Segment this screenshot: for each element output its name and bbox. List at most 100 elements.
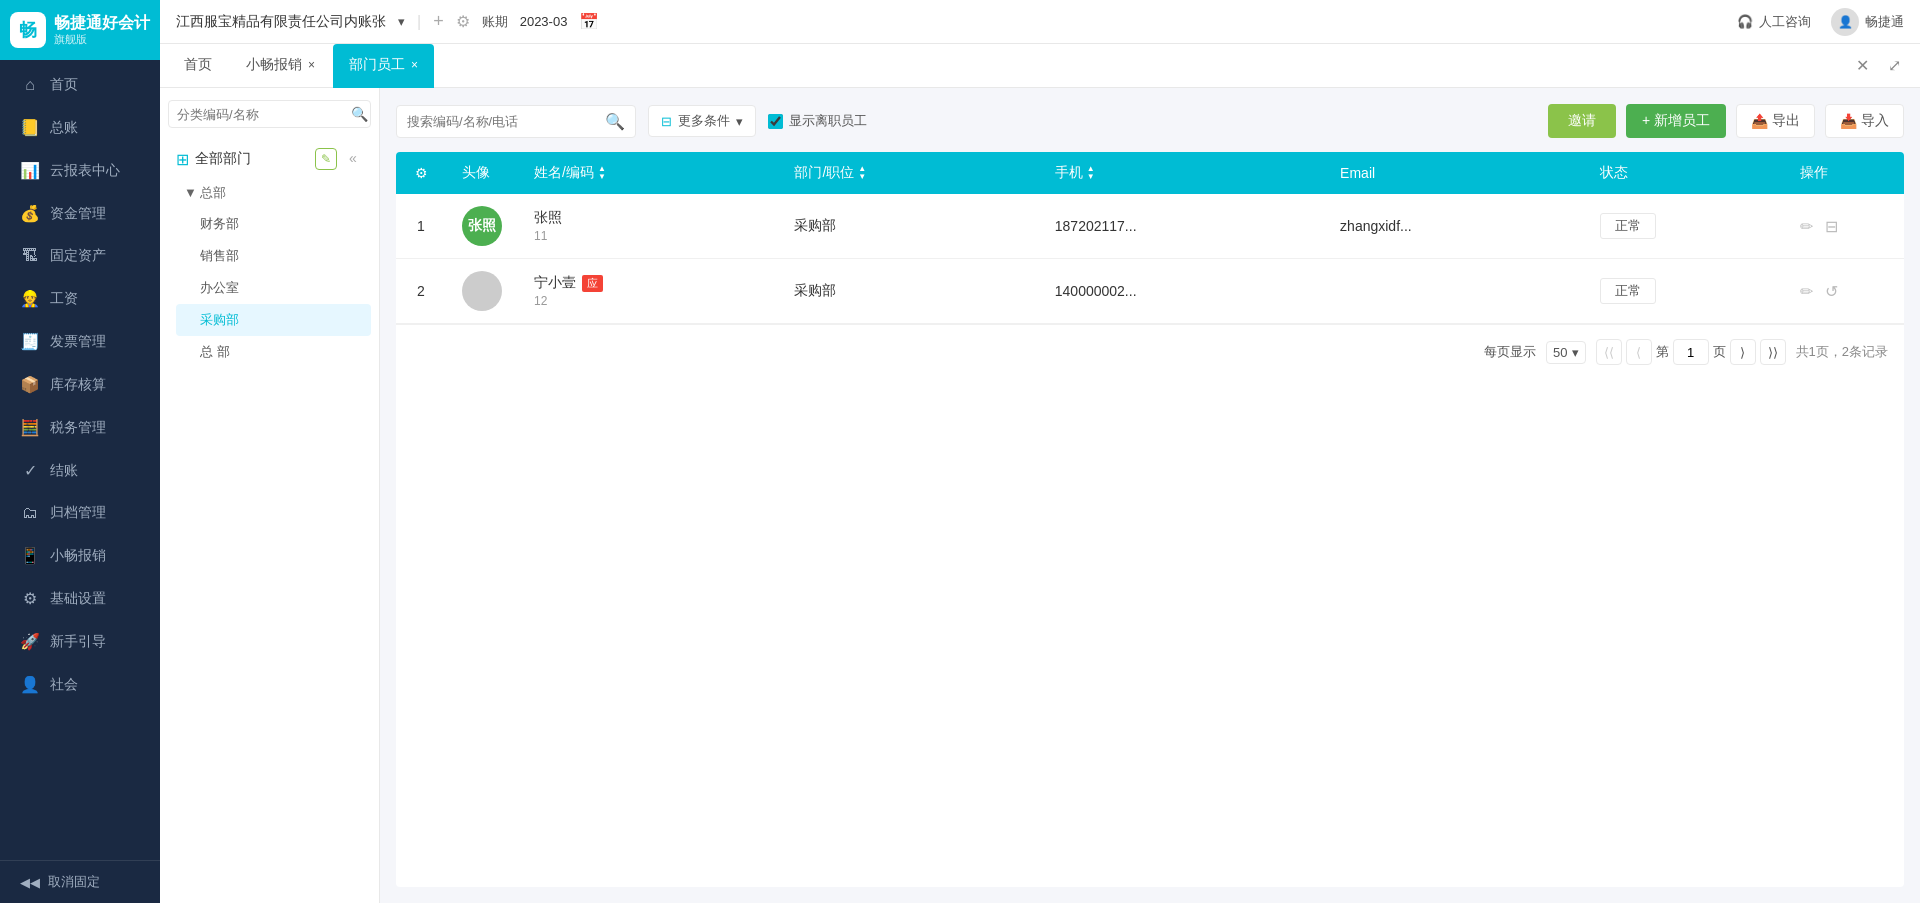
page-label: 第 [1656, 343, 1669, 361]
toolbar-right: 邀请 + 新增员工 📤 导出 📥 导入 [1548, 104, 1904, 138]
th-name-code[interactable]: 姓名/编码 ▲▼ [518, 152, 778, 194]
sidebar-item-tax[interactable]: 🧮 税务管理 [0, 406, 160, 449]
chevron-down-icon: ▾ [1572, 345, 1579, 360]
sidebar-item-social[interactable]: 👤 社会 [0, 663, 160, 706]
tab-expense[interactable]: 小畅报销 × [230, 44, 331, 88]
employee-table-container: ⚙ 头像 姓名/编码 ▲▼ 部门/职位 [396, 152, 1904, 887]
sidebar-item-ledger[interactable]: 📒 总账 [0, 106, 160, 149]
all-dept-header[interactable]: ⊞ 全部部门 ✎ « [168, 140, 371, 178]
import-button[interactable]: 📥 导入 [1825, 104, 1904, 138]
tabs-right: ✕ ⤢ [1848, 52, 1920, 80]
sidebar-item-guide[interactable]: 🚀 新手引导 [0, 620, 160, 663]
calendar-icon[interactable]: 📅 [579, 12, 599, 31]
settlement-icon: ✓ [20, 461, 40, 480]
sidebar-label-social: 社会 [50, 676, 78, 694]
dept-item-general[interactable]: 总 部 [176, 336, 371, 368]
th-settings[interactable]: ⚙ [396, 152, 446, 194]
employee-table: ⚙ 头像 姓名/编码 ▲▼ 部门/职位 [396, 152, 1904, 324]
edit-icon-1[interactable]: ✏ [1800, 217, 1813, 236]
sidebar-item-settlement[interactable]: ✓ 结账 [0, 449, 160, 492]
tab-dept[interactable]: 部门员工 × [333, 44, 434, 88]
row2-name: 宁小壹 应 12 [518, 259, 778, 324]
period-value: 2023-03 [520, 14, 568, 29]
show-resigned-checkbox-label[interactable]: 显示离职员工 [768, 112, 867, 130]
tab-expense-label: 小畅报销 [246, 56, 302, 74]
tab-home[interactable]: 首页 [168, 44, 228, 88]
emp-name-2: 宁小壹 [534, 274, 576, 292]
guide-icon: 🚀 [20, 632, 40, 651]
row2-dept: 采购部 [778, 259, 1038, 324]
refresh-icon-2[interactable]: ↺ [1825, 282, 1838, 301]
emp-code-2: 12 [534, 294, 762, 308]
sidebar-item-assets[interactable]: 🏗 固定资产 [0, 235, 160, 277]
invite-button[interactable]: 邀请 [1548, 104, 1616, 138]
dept-tree: ▼ 总部 财务部 销售部 办公室 采购部 总 部 [168, 178, 371, 370]
tab-expense-close[interactable]: × [308, 58, 315, 72]
first-page-button[interactable]: ⟨⟨ [1596, 339, 1622, 365]
sidebar-item-settings[interactable]: ⚙ 基础设置 [0, 577, 160, 620]
row1-avatar: 张照 [446, 194, 518, 259]
collapse-button[interactable]: « [343, 148, 363, 168]
sidebar-item-inventory[interactable]: 📦 库存核算 [0, 363, 160, 406]
logo-area: 畅 畅捷通好会计 旗舰版 [0, 0, 160, 60]
dept-item-finance[interactable]: 财务部 [176, 208, 371, 240]
sidebar-nav: ⌂ 首页 📒 总账 📊 云报表中心 💰 资金管理 🏗 固定资产 👷 工资 🧾 发… [0, 60, 160, 860]
th-email: Email [1324, 152, 1584, 194]
service-button[interactable]: 🎧 人工咨询 [1737, 13, 1811, 31]
dept-search-icon[interactable]: 🔍 [351, 106, 368, 122]
period-label: 账期 [482, 13, 508, 31]
th-phone[interactable]: 手机 ▲▼ [1039, 152, 1324, 194]
dept-item-purchase[interactable]: 采购部 [176, 304, 371, 336]
unpin-button[interactable]: ◀◀ 取消固定 [0, 860, 160, 903]
tab-dept-close[interactable]: × [411, 58, 418, 72]
sidebar-item-home[interactable]: ⌂ 首页 [0, 64, 160, 106]
status-badge-2: 正常 [1600, 278, 1656, 304]
logout-icon-1[interactable]: ⊟ [1825, 217, 1838, 236]
employee-search-box[interactable]: 🔍 [396, 105, 636, 138]
dept-item-sales[interactable]: 销售部 [176, 240, 371, 272]
close-tab-button[interactable]: ✕ [1848, 52, 1876, 80]
export-icon: 📤 [1751, 113, 1768, 129]
sidebar-item-invoice[interactable]: 🧾 发票管理 [0, 320, 160, 363]
sidebar-item-payroll[interactable]: 👷 工资 [0, 277, 160, 320]
sidebar-item-finance[interactable]: 💰 资金管理 [0, 192, 160, 235]
page-input[interactable] [1673, 339, 1709, 365]
right-content: 🔍 ⊟ 更多条件 ▾ 显示离职员工 邀请 + 新增员工 📤 导出 [380, 88, 1920, 903]
dept-edit-button[interactable]: ✎ [315, 148, 337, 170]
avatar-zhang: 张照 [462, 206, 502, 246]
next-page-button[interactable]: ⟩ [1730, 339, 1756, 365]
show-resigned-checkbox[interactable] [768, 114, 783, 129]
sidebar-label-ledger: 总账 [50, 119, 78, 137]
prev-page-button[interactable]: ⟨ [1626, 339, 1652, 365]
user-info[interactable]: 👤 畅捷通 [1831, 8, 1904, 36]
settings-button[interactable]: ⚙ [456, 12, 470, 31]
per-page-select[interactable]: 50 ▾ [1546, 341, 1585, 364]
sidebar-item-archive[interactable]: 🗂 归档管理 [0, 492, 160, 534]
dept-actions: ✎ « [315, 148, 363, 170]
edit-icon-2[interactable]: ✏ [1800, 282, 1813, 301]
company-dropdown[interactable]: ▾ [398, 14, 405, 29]
sidebar-item-expense[interactable]: 📱 小畅报销 [0, 534, 160, 577]
employee-search-input[interactable] [407, 114, 597, 129]
sidebar-label-home: 首页 [50, 76, 78, 94]
table-header-row: ⚙ 头像 姓名/编码 ▲▼ 部门/职位 [396, 152, 1904, 194]
table-row: 2 宁小壹 应 12 [396, 259, 1904, 324]
inventory-icon: 📦 [20, 375, 40, 394]
unpin-label: 取消固定 [48, 873, 100, 891]
dept-search-input[interactable] [177, 107, 345, 122]
th-dept-pos[interactable]: 部门/职位 ▲▼ [778, 152, 1038, 194]
last-page-button[interactable]: ⟩⟩ [1760, 339, 1786, 365]
per-page-value: 50 [1553, 345, 1567, 360]
table-row: 1 张照 张照 11 采购部 187202117.. [396, 194, 1904, 259]
maximize-button[interactable]: ⤢ [1880, 52, 1908, 80]
export-button[interactable]: 📤 导出 [1736, 104, 1815, 138]
add-employee-button[interactable]: + 新增员工 [1626, 104, 1726, 138]
filter-button[interactable]: ⊟ 更多条件 ▾ [648, 105, 756, 137]
search-icon[interactable]: 🔍 [605, 112, 625, 131]
dept-item-office[interactable]: 办公室 [176, 272, 371, 304]
dept-search-box[interactable]: 🔍 [168, 100, 371, 128]
sidebar-item-reports[interactable]: 📊 云报表中心 [0, 149, 160, 192]
chevron-down-icon: ▾ [736, 114, 743, 129]
add-company-button[interactable]: + [433, 11, 444, 32]
dept-parent-hq[interactable]: ▼ 总部 [176, 178, 371, 208]
